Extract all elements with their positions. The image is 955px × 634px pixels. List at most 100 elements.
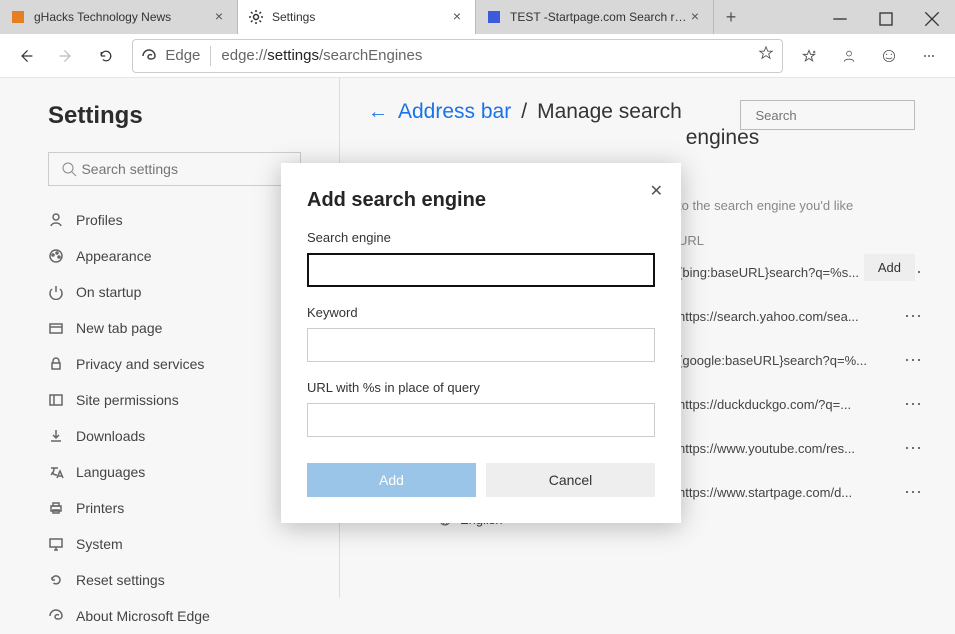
address-bar[interactable]: Edge edge://settings/searchEngines xyxy=(132,39,783,73)
more-icon[interactable]: ⋯ xyxy=(899,306,927,327)
sidebar-item-label: Printers xyxy=(76,500,124,516)
maximize-button[interactable] xyxy=(863,4,909,34)
engine-url: https://www.startpage.com/d... xyxy=(678,485,899,500)
cancel-button[interactable]: Cancel xyxy=(486,463,655,497)
sidebar-item-startup[interactable]: On startup xyxy=(48,274,301,310)
favorites-button[interactable] xyxy=(789,36,829,76)
tab-strip: gHacks Technology News × Settings × TEST… xyxy=(0,0,817,34)
toolbar: Edge edge://settings/searchEngines xyxy=(0,34,955,78)
engine-url: {google:baseURL}search?q=%... xyxy=(678,353,899,368)
add-engine-button[interactable]: Add xyxy=(864,254,915,281)
close-icon[interactable]: × xyxy=(687,9,703,25)
sidebar-item-appearance[interactable]: Appearance xyxy=(48,238,301,274)
menu-button[interactable] xyxy=(909,36,949,76)
sidebar-item-privacy[interactable]: Privacy and services xyxy=(48,346,301,382)
tab-icon xyxy=(48,320,76,336)
sidebar-item-label: System xyxy=(76,536,123,552)
sidebar-item-about[interactable]: About Microsoft Edge xyxy=(48,598,301,634)
search-settings[interactable] xyxy=(48,152,301,186)
forward-button[interactable] xyxy=(46,36,86,76)
keyword-input[interactable] xyxy=(307,328,655,362)
search-icon xyxy=(61,161,77,177)
add-search-engine-dialog: ✕ Add search engine Search engine Keywor… xyxy=(281,163,681,523)
paint-icon xyxy=(48,248,76,264)
label-search-engine: Search engine xyxy=(307,230,655,245)
profile-button[interactable] xyxy=(829,36,869,76)
engine-url: https://search.yahoo.com/sea... xyxy=(678,309,899,324)
breadcrumb-tail: Manage search xyxy=(537,100,682,124)
sidebar-item-site-permissions[interactable]: Site permissions xyxy=(48,382,301,418)
sidebar-item-label: Privacy and services xyxy=(76,356,204,372)
engines-search-input[interactable] xyxy=(755,108,931,123)
close-icon[interactable]: ✕ xyxy=(650,181,663,201)
favicon-ghacks xyxy=(10,9,26,25)
language-icon xyxy=(48,464,76,480)
favorite-icon[interactable] xyxy=(758,45,774,66)
label-url: URL with %s in place of query xyxy=(307,380,655,395)
back-arrow-icon[interactable]: ← xyxy=(368,101,388,124)
close-window-button[interactable] xyxy=(909,4,955,34)
more-icon[interactable]: ⋯ xyxy=(899,350,927,371)
sidebar-item-languages[interactable]: Languages xyxy=(48,454,301,490)
sidebar-item-label: Profiles xyxy=(76,212,123,228)
window-controls xyxy=(817,4,955,34)
sidebar-item-profiles[interactable]: Profiles xyxy=(48,202,301,238)
download-icon xyxy=(48,428,76,444)
edge-icon: Edge xyxy=(141,47,200,64)
column-url-header: URL xyxy=(678,233,927,248)
engines-search[interactable] xyxy=(740,100,915,130)
sidebar-item-downloads[interactable]: Downloads xyxy=(48,418,301,454)
label-keyword: Keyword xyxy=(307,305,655,320)
page-title: Settings xyxy=(48,102,301,130)
back-button[interactable] xyxy=(6,36,46,76)
dialog-title: Add search engine xyxy=(307,189,655,212)
url-input[interactable] xyxy=(307,403,655,437)
tab-ghacks[interactable]: gHacks Technology News × xyxy=(0,0,238,34)
lock-icon xyxy=(48,356,76,372)
dialog-buttons: Add Cancel xyxy=(307,463,655,497)
sidebar-item-label: New tab page xyxy=(76,320,162,336)
tab-settings[interactable]: Settings × xyxy=(238,0,476,34)
favicon-startpage xyxy=(486,9,502,25)
sidebar-item-label: On startup xyxy=(76,284,141,300)
close-icon[interactable]: × xyxy=(211,9,227,25)
printer-icon xyxy=(48,500,76,516)
search-settings-input[interactable] xyxy=(81,161,288,177)
url-text: edge://settings/searchEngines xyxy=(221,47,422,64)
more-icon[interactable]: ⋯ xyxy=(899,482,927,503)
sidebar-item-system[interactable]: System xyxy=(48,526,301,562)
power-icon xyxy=(48,284,76,300)
tab-startpage[interactable]: TEST -Startpage.com Search resu × xyxy=(476,0,714,34)
permissions-icon xyxy=(48,392,76,408)
more-icon[interactable]: ⋯ xyxy=(899,438,927,459)
tab-label: Settings xyxy=(272,10,449,24)
engine-url: https://duckduckgo.com/?q=... xyxy=(678,397,899,412)
sidebar-item-label: Appearance xyxy=(76,248,152,264)
system-icon xyxy=(48,536,76,552)
tab-label: gHacks Technology News xyxy=(34,10,211,24)
add-button[interactable]: Add xyxy=(307,463,476,497)
close-icon[interactable]: × xyxy=(449,9,465,25)
hint-text: to the search engine you'd like xyxy=(678,198,927,213)
sidebar-item-label: Site permissions xyxy=(76,392,179,408)
sidebar-item-label: About Microsoft Edge xyxy=(76,608,210,624)
search-engine-input[interactable] xyxy=(307,253,655,287)
new-tab-button[interactable]: + xyxy=(714,0,748,34)
sidebar-item-printers[interactable]: Printers xyxy=(48,490,301,526)
sidebar-item-newtab[interactable]: New tab page xyxy=(48,310,301,346)
breadcrumb-sep: / xyxy=(521,100,527,124)
edge-small-icon xyxy=(48,608,76,624)
breadcrumb-link[interactable]: Address bar xyxy=(398,100,511,124)
edge-label: Edge xyxy=(165,47,200,64)
feedback-button[interactable] xyxy=(869,36,909,76)
tab-label: TEST -Startpage.com Search resu xyxy=(510,10,687,24)
sidebar-item-label: Downloads xyxy=(76,428,145,444)
sidebar-item-label: Reset settings xyxy=(76,572,165,588)
person-icon xyxy=(48,212,76,228)
minimize-button[interactable] xyxy=(817,4,863,34)
refresh-button[interactable] xyxy=(86,36,126,76)
sidebar-item-reset[interactable]: Reset settings xyxy=(48,562,301,598)
gear-icon xyxy=(248,9,264,25)
more-icon[interactable]: ⋯ xyxy=(899,394,927,415)
reset-icon xyxy=(48,572,76,588)
